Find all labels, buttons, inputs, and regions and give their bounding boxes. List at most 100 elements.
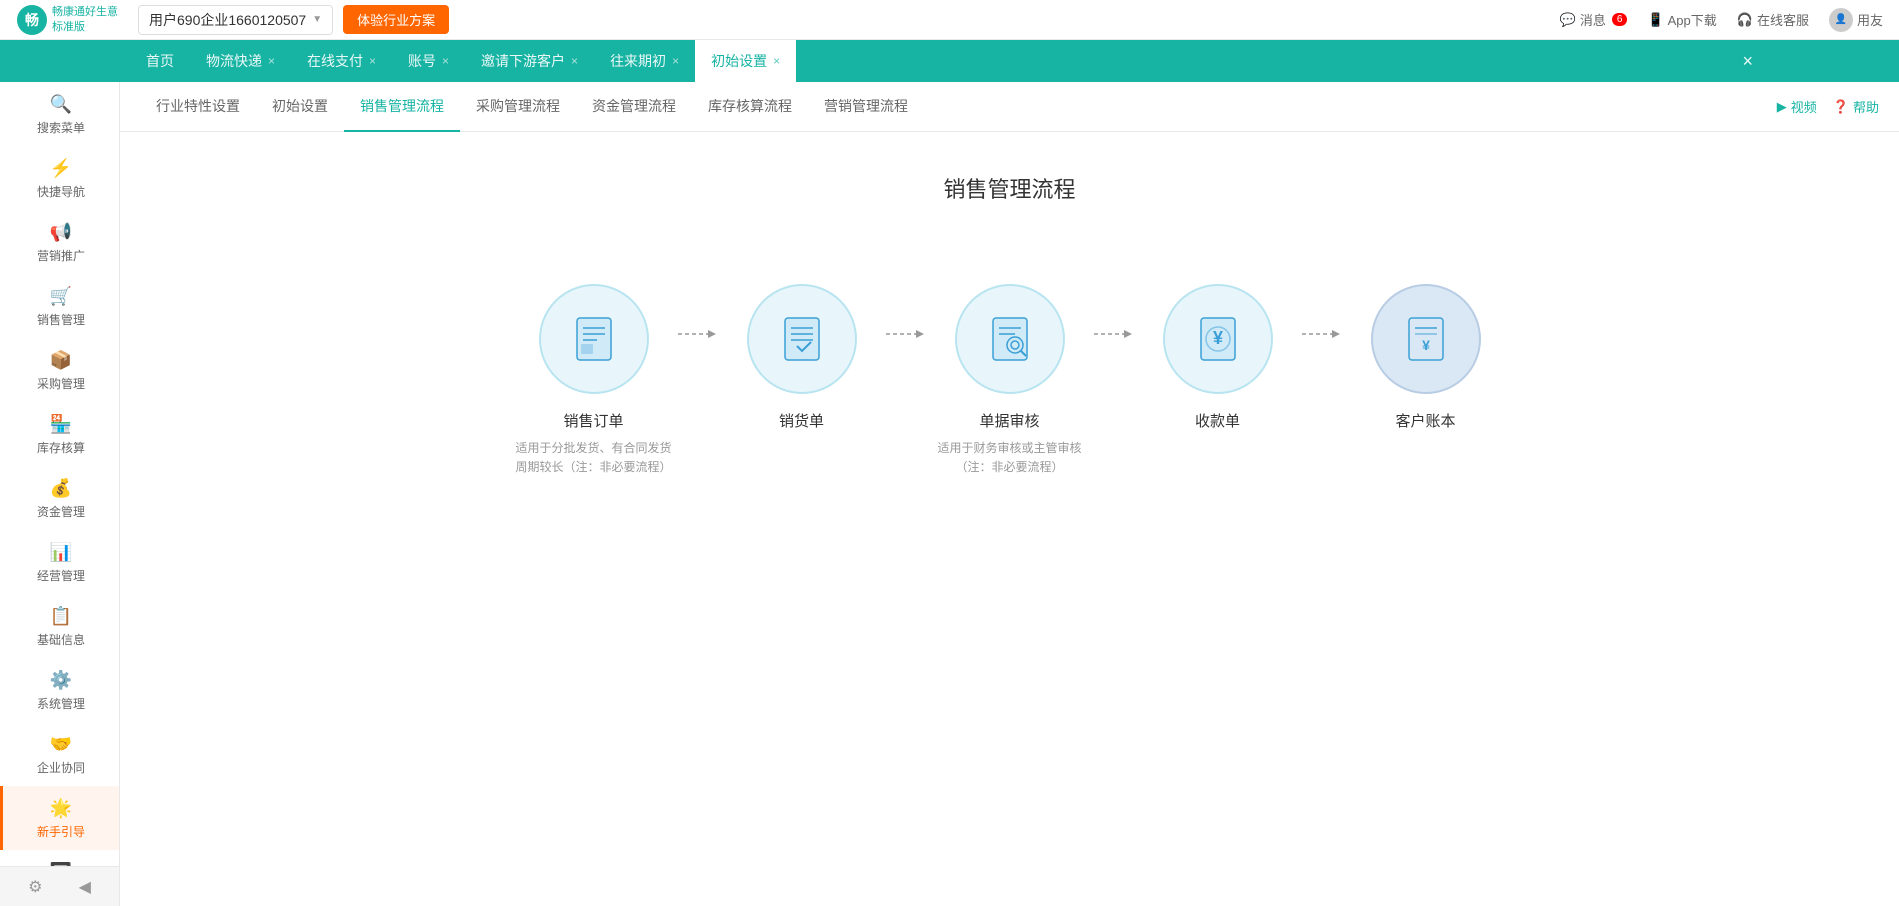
tab-logistics[interactable]: 物流快递 × bbox=[190, 40, 291, 82]
service-label: 在线客服 bbox=[1757, 10, 1809, 29]
sidebar-item-finance-label: 资金管理 bbox=[37, 503, 85, 520]
collab-icon: 🤝 bbox=[50, 734, 72, 755]
sidebar: 畅 畅康通好生意 标准版 🔍 搜索菜单 ⚡ 快捷导航 📢 营销推广 🛒 销售管理… bbox=[0, 40, 120, 906]
message-button[interactable]: 💬 消息 6 bbox=[1560, 10, 1628, 29]
chevron-down-icon: ▼ bbox=[312, 14, 322, 25]
sidebar-item-collab-label: 企业协同 bbox=[37, 759, 85, 776]
flow-step-name: 客户账本 bbox=[1395, 410, 1455, 431]
flow-arrow-3 bbox=[1090, 324, 1138, 344]
sidebar-footer: ⚙ ◀ bbox=[0, 866, 119, 906]
quick-nav-icon: ⚡ bbox=[50, 158, 72, 179]
subtab-sales-flow[interactable]: 销售管理流程 bbox=[344, 82, 460, 132]
system-icon: ⚙️ bbox=[50, 670, 72, 691]
flow-circle-ledger: ¥ bbox=[1371, 284, 1481, 394]
top-bar: 畅 畅康通好生意 标准版 用户690企业1660120507 ▼ 体验行业方案 … bbox=[0, 0, 1899, 40]
sidebar-item-inventory[interactable]: 🏪 库存核算 bbox=[0, 402, 119, 466]
close-icon[interactable]: × bbox=[442, 54, 449, 68]
user-avatar-button[interactable]: 👤 用友 bbox=[1829, 8, 1883, 32]
delivery-icon bbox=[775, 312, 829, 366]
sales-order-icon bbox=[567, 312, 621, 366]
subtab-finance-flow[interactable]: 资金管理流程 bbox=[576, 82, 692, 132]
close-icon[interactable]: × bbox=[773, 54, 780, 68]
tab-invite[interactable]: 邀请下游客户 × bbox=[465, 40, 594, 82]
arrow-icon bbox=[1094, 324, 1134, 344]
play-icon: ▶ bbox=[1777, 99, 1787, 115]
user-label: 用户690企业1660120507 bbox=[149, 10, 306, 30]
svg-text:¥: ¥ bbox=[1422, 337, 1430, 353]
sales-icon: 🛒 bbox=[50, 286, 72, 307]
flow-step-delivery[interactable]: 销货单 bbox=[722, 284, 882, 439]
operation-icon: 📊 bbox=[50, 542, 72, 563]
flow-step-ledger[interactable]: ¥ 客户账本 bbox=[1346, 284, 1506, 439]
tab-home[interactable]: 首页 bbox=[130, 40, 190, 82]
search-icon: 🔍 bbox=[50, 94, 72, 115]
sidebar-item-purchase[interactable]: 📦 采购管理 bbox=[0, 338, 119, 402]
online-service-button[interactable]: 🎧 在线客服 bbox=[1737, 10, 1809, 29]
video-button[interactable]: ▶ 视频 bbox=[1777, 97, 1817, 116]
audit-icon bbox=[983, 312, 1037, 366]
logo: 畅 畅康通好生意 标准版 bbox=[16, 0, 118, 41]
flow-step-desc: 适用于分批发货、有合同发货周期较长（注：非必要流程） bbox=[514, 439, 674, 477]
svg-text:畅: 畅 bbox=[25, 12, 39, 28]
app-download-button[interactable]: 📱 App下载 bbox=[1647, 10, 1716, 29]
sidebar-item-quick[interactable]: ⚡ 快捷导航 bbox=[0, 146, 119, 210]
close-all-tabs-button[interactable]: × bbox=[1726, 51, 1769, 72]
svg-text:¥: ¥ bbox=[1212, 328, 1222, 348]
subtab-purchase-flow[interactable]: 采购管理流程 bbox=[460, 82, 576, 132]
sidebar-item-sales-label: 销售管理 bbox=[37, 311, 85, 328]
flow-step-sales-order[interactable]: 销售订单 适用于分批发货、有合同发货周期较长（注：非必要流程） bbox=[514, 284, 674, 477]
arrow-icon bbox=[886, 324, 926, 344]
sub-tabs: 行业特性设置 初始设置 销售管理流程 采购管理流程 资金管理流程 库存核算流程 … bbox=[120, 82, 1899, 132]
tab-history[interactable]: 往来期初 × bbox=[594, 40, 695, 82]
message-icon: 💬 bbox=[1560, 12, 1576, 28]
purchase-icon: 📦 bbox=[50, 350, 72, 371]
flow-circle-receipt: ¥ bbox=[1163, 284, 1273, 394]
subtab-marketing-flow[interactable]: 营销管理流程 bbox=[808, 82, 924, 132]
sidebar-item-operation[interactable]: 📊 经营管理 bbox=[0, 530, 119, 594]
sidebar-item-sales[interactable]: 🛒 销售管理 bbox=[0, 274, 119, 338]
close-icon[interactable]: × bbox=[672, 54, 679, 68]
flow-step-audit[interactable]: 单据审核 适用于财务审核或主管审核（注：非必要流程） bbox=[930, 284, 1090, 477]
sub-tab-actions: ▶ 视频 ❓ 帮助 bbox=[1777, 97, 1879, 116]
message-label: 消息 bbox=[1580, 10, 1606, 29]
tab-initial-settings[interactable]: 初始设置 × bbox=[695, 40, 796, 82]
flow-arrow-2 bbox=[882, 324, 930, 344]
inventory-icon: 🏪 bbox=[50, 414, 72, 435]
user-selector[interactable]: 用户690企业1660120507 ▼ bbox=[138, 5, 333, 35]
close-icon[interactable]: × bbox=[571, 54, 578, 68]
tab-payment[interactable]: 在线支付 × bbox=[291, 40, 392, 82]
sidebar-item-quick-label: 快捷导航 bbox=[37, 183, 85, 200]
settings-button[interactable]: ⚙ bbox=[28, 877, 42, 897]
help-button[interactable]: ❓ 帮助 bbox=[1833, 97, 1879, 116]
sidebar-item-search[interactable]: 🔍 搜索菜单 bbox=[0, 82, 119, 146]
arrow-icon bbox=[1302, 324, 1342, 344]
page-title: 销售管理流程 bbox=[140, 172, 1879, 204]
subtab-inventory-flow[interactable]: 库存核算流程 bbox=[692, 82, 808, 132]
sidebar-item-basic[interactable]: 📋 基础信息 bbox=[0, 594, 119, 658]
logo-icon: 畅 bbox=[16, 4, 48, 36]
finance-icon: 💰 bbox=[50, 478, 72, 499]
sidebar-item-collab[interactable]: 🤝 企业协同 bbox=[0, 722, 119, 786]
top-bar-right: 💬 消息 6 📱 App下载 🎧 在线客服 👤 用友 bbox=[1560, 8, 1883, 32]
flow-step-receipt[interactable]: ¥ 收款单 bbox=[1138, 284, 1298, 439]
sidebar-item-inventory-label: 库存核算 bbox=[37, 439, 85, 456]
nav-tabs: 首页 物流快递 × 在线支付 × 账号 × 邀请下游客户 × 往来期初 × 初始… bbox=[0, 40, 1899, 82]
close-icon[interactable]: × bbox=[268, 54, 275, 68]
close-icon[interactable]: × bbox=[369, 54, 376, 68]
try-industry-button[interactable]: 体验行业方案 bbox=[343, 5, 449, 34]
sidebar-item-system[interactable]: ⚙️ 系统管理 bbox=[0, 658, 119, 722]
subtab-industry[interactable]: 行业特性设置 bbox=[140, 82, 256, 132]
sidebar-item-marketing[interactable]: 📢 营销推广 bbox=[0, 210, 119, 274]
marketing-icon: 📢 bbox=[50, 222, 72, 243]
sidebar-item-finance[interactable]: 💰 资金管理 bbox=[0, 466, 119, 530]
tab-account[interactable]: 账号 × bbox=[392, 40, 465, 82]
help-icon: ❓ bbox=[1833, 99, 1849, 115]
headset-icon: 🎧 bbox=[1737, 12, 1753, 28]
receipt-icon: ¥ bbox=[1191, 312, 1245, 366]
subtab-initial[interactable]: 初始设置 bbox=[256, 82, 344, 132]
flow-step-name: 销货单 bbox=[779, 410, 824, 431]
sidebar-item-guide[interactable]: 🌟 新手引导 bbox=[0, 786, 119, 850]
collapse-sidebar-button[interactable]: ◀ bbox=[79, 877, 91, 897]
flow-circle-audit bbox=[955, 284, 1065, 394]
user-name: 用友 bbox=[1857, 10, 1883, 29]
